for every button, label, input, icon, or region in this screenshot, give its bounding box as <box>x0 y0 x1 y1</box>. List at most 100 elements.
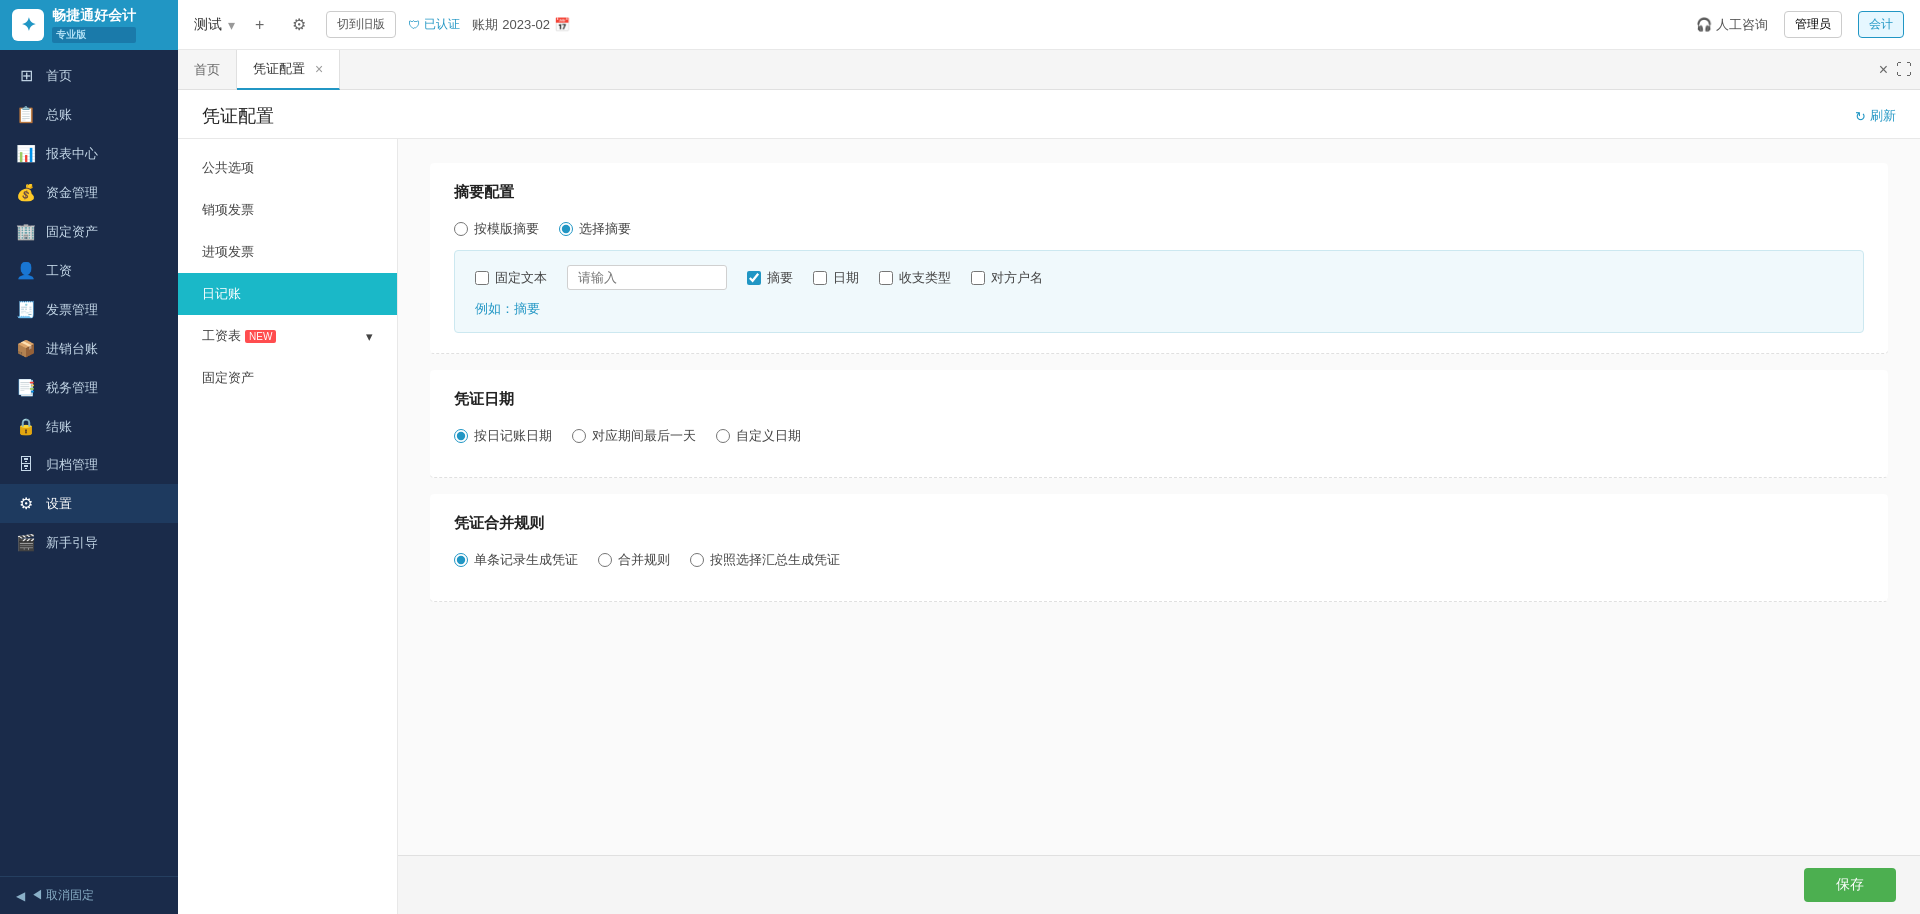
capital-icon: 💰 <box>16 183 36 202</box>
summary-option[interactable]: 按照选择汇总生成凭证 <box>690 551 840 569</box>
invoice-icon: 🧾 <box>16 300 36 319</box>
sidebar-item-guide[interactable]: 🎬 新手引导 <box>0 523 178 562</box>
save-bar: 保存 <box>398 855 1920 914</box>
nav-item-purchase-invoice[interactable]: 进项发票 <box>178 231 397 273</box>
income-type-option[interactable]: 收支类型 <box>879 269 951 287</box>
abstract-radio-row: 按模版摘要 选择摘要 <box>454 220 1864 238</box>
nav-item-public[interactable]: 公共选项 <box>178 147 397 189</box>
calendar-icon[interactable]: 📅 <box>554 17 570 32</box>
merge-radio-row: 单条记录生成凭证 合并规则 按照选择汇总生成凭证 <box>454 551 1864 569</box>
income-type-checkbox[interactable] <box>879 271 893 285</box>
tab-config[interactable]: 凭证配置 × <box>237 50 340 90</box>
sidebar-item-ledger[interactable]: 📋 总账 <box>0 95 178 134</box>
abstract-option[interactable]: 摘要 <box>747 269 793 287</box>
consult-button[interactable]: 🎧 人工咨询 <box>1696 16 1768 34</box>
close-accounts-icon: 🔒 <box>16 417 36 436</box>
add-button[interactable]: + <box>247 12 272 38</box>
fixed-text-option[interactable]: 固定文本 <box>475 269 547 287</box>
expand-window-button[interactable]: ⛶ <box>1896 61 1912 79</box>
select-abstract-option[interactable]: 选择摘要 <box>559 220 631 238</box>
single-record-option[interactable]: 单条记录生成凭证 <box>454 551 578 569</box>
sidebar-item-payroll[interactable]: 👤 工资 <box>0 251 178 290</box>
accountant-button[interactable]: 会计 <box>1858 11 1904 38</box>
tab-bar: 首页 凭证配置 × × ⛶ <box>178 50 1920 90</box>
asset-icon: 🏢 <box>16 222 36 241</box>
by-template-radio[interactable] <box>454 222 468 236</box>
main-area: 测试 ▾ + ⚙ 切到旧版 🛡 已认证 账期 2023-02 📅 🎧 人工咨询 … <box>178 0 1920 914</box>
company-name: 测试 <box>194 16 222 34</box>
sidebar-item-tax[interactable]: 📑 税务管理 <box>0 368 178 407</box>
close-tab-icon[interactable]: × <box>315 61 323 77</box>
date-option[interactable]: 日期 <box>813 269 859 287</box>
tab-actions: × ⛶ <box>1879 61 1920 79</box>
nav-item-fixed-assets[interactable]: 固定资产 <box>178 357 397 399</box>
config-nav: 公共选项 销项发票 进项发票 日记账 工资表 NEW ▾ 固定资产 <box>178 139 398 914</box>
merge-section: 凭证合并规则 单条记录生成凭证 合并规则 <box>430 494 1888 602</box>
nav-item-payroll-table[interactable]: 工资表 NEW ▾ <box>178 315 397 357</box>
abstract-sub-options: 固定文本 摘要 日期 <box>475 265 1843 290</box>
shield-icon: 🛡 <box>408 18 420 32</box>
sidebar-item-sales[interactable]: 📦 进销台账 <box>0 329 178 368</box>
certified-label: 已认证 <box>424 16 460 33</box>
sidebar-item-archive[interactable]: 🗄 归档管理 <box>0 446 178 484</box>
date-title: 凭证日期 <box>454 390 1864 409</box>
cancel-fixed-label: ◀ 取消固定 <box>31 887 94 904</box>
sidebar-item-close[interactable]: 🔒 结账 <box>0 407 178 446</box>
merge-rule-option[interactable]: 合并规则 <box>598 551 670 569</box>
sidebar: ✦ 畅捷通好会计 专业版 ⊞ 首页 📋 总账 📊 报表中心 💰 资金管理 🏢 固… <box>0 0 178 914</box>
sidebar-item-report[interactable]: 📊 报表中心 <box>0 134 178 173</box>
period-label: 账期 <box>472 16 498 34</box>
single-record-radio[interactable] <box>454 553 468 567</box>
period-info: 账期 2023-02 📅 <box>472 16 570 34</box>
sidebar-logo: ✦ 畅捷通好会计 专业版 <box>0 0 178 50</box>
switch-version-button[interactable]: 切到旧版 <box>326 11 396 38</box>
date-radio-row: 按日记账日期 对应期间最后一天 自定义日期 <box>454 427 1864 445</box>
by-diary-date-radio[interactable] <box>454 429 468 443</box>
sidebar-item-settings[interactable]: ⚙ 设置 <box>0 484 178 523</box>
logo-text: 畅捷通好会计 专业版 <box>52 7 136 43</box>
fixed-text-input[interactable] <box>567 265 727 290</box>
abstract-checkbox[interactable] <box>747 271 761 285</box>
counterpart-option[interactable]: 对方户名 <box>971 269 1043 287</box>
nav-item-sales-invoice[interactable]: 销项发票 <box>178 189 397 231</box>
last-day-radio[interactable] <box>572 429 586 443</box>
select-abstract-radio[interactable] <box>559 222 573 236</box>
by-template-option[interactable]: 按模版摘要 <box>454 220 539 238</box>
payroll-icon: 👤 <box>16 261 36 280</box>
refresh-button[interactable]: ↻ 刷新 <box>1855 107 1896 125</box>
fixed-text-checkbox[interactable] <box>475 271 489 285</box>
manager-button[interactable]: 管理员 <box>1784 11 1842 38</box>
tax-icon: 📑 <box>16 378 36 397</box>
sidebar-nav: ⊞ 首页 📋 总账 📊 报表中心 💰 资金管理 🏢 固定资产 👤 工资 🧾 发票… <box>0 50 178 876</box>
custom-date-option[interactable]: 自定义日期 <box>716 427 801 445</box>
cancel-fixed-btn[interactable]: ◀ ◀ 取消固定 <box>0 876 178 914</box>
last-day-option[interactable]: 对应期间最后一天 <box>572 427 696 445</box>
sidebar-item-asset[interactable]: 🏢 固定资产 <box>0 212 178 251</box>
company-selector[interactable]: 测试 ▾ <box>194 16 235 34</box>
page-title: 凭证配置 <box>202 104 274 128</box>
certified-badge: 🛡 已认证 <box>408 16 460 33</box>
close-window-button[interactable]: × <box>1879 61 1888 79</box>
sidebar-item-invoice[interactable]: 🧾 发票管理 <box>0 290 178 329</box>
date-section: 凭证日期 按日记账日期 对应期间最后一天 <box>430 370 1888 478</box>
sidebar-item-home[interactable]: ⊞ 首页 <box>0 56 178 95</box>
abstract-config-box: 固定文本 摘要 日期 <box>454 250 1864 333</box>
company-chevron-icon: ▾ <box>228 17 235 33</box>
gear-button[interactable]: ⚙ <box>284 11 314 38</box>
cancel-fixed-icon: ◀ <box>16 889 25 903</box>
tab-home[interactable]: 首页 <box>178 50 237 90</box>
save-button[interactable]: 保存 <box>1804 868 1896 902</box>
logo-icon: ✦ <box>12 9 44 41</box>
settings-icon: ⚙ <box>16 494 36 513</box>
report-icon: 📊 <box>16 144 36 163</box>
nav-item-diary[interactable]: 日记账 <box>178 273 397 315</box>
config-panel: 摘要配置 按模版摘要 选择摘要 <box>398 139 1920 855</box>
merge-rule-radio[interactable] <box>598 553 612 567</box>
config-layout: 公共选项 销项发票 进项发票 日记账 工资表 NEW ▾ 固定资产 <box>178 139 1920 914</box>
custom-date-radio[interactable] <box>716 429 730 443</box>
by-diary-date-option[interactable]: 按日记账日期 <box>454 427 552 445</box>
date-checkbox[interactable] <box>813 271 827 285</box>
sidebar-item-capital[interactable]: 💰 资金管理 <box>0 173 178 212</box>
summary-radio[interactable] <box>690 553 704 567</box>
counterpart-checkbox[interactable] <box>971 271 985 285</box>
